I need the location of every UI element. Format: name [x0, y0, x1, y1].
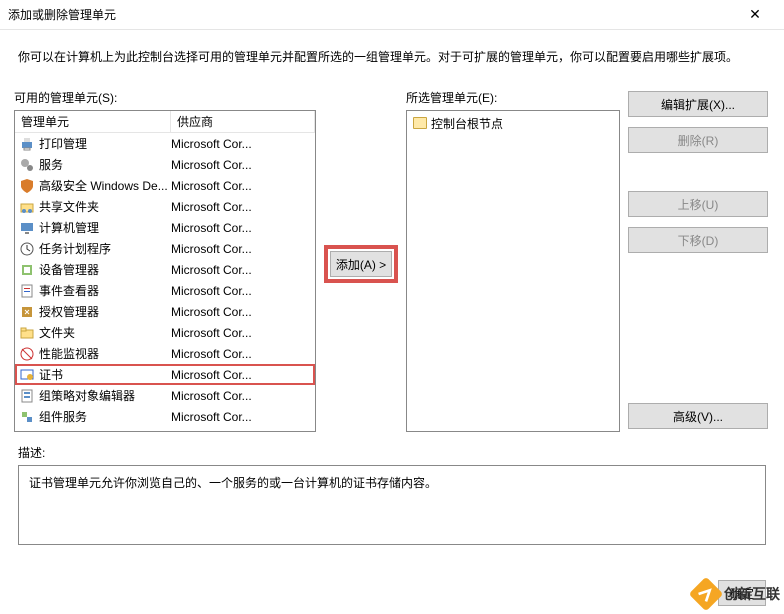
close-button[interactable]: ✕ [734, 1, 776, 29]
list-item[interactable]: 服务Microsoft Cor... [15, 154, 315, 175]
list-item[interactable]: 高级安全 Windows De...Microsoft Cor... [15, 175, 315, 196]
device-icon [17, 261, 37, 279]
list-item[interactable]: 授权管理器Microsoft Cor... [15, 301, 315, 322]
advanced-button[interactable]: 高级(V)... [628, 403, 768, 429]
item-vendor: Microsoft Cor... [171, 242, 313, 256]
console-root-item[interactable]: 控制台根节点 [409, 113, 617, 133]
item-vendor: Microsoft Cor... [171, 389, 313, 403]
item-name: 证书 [39, 366, 171, 383]
item-vendor: Microsoft Cor... [171, 221, 313, 235]
item-name: 任务计划程序 [39, 240, 171, 257]
intro-text: 你可以在计算机上为此控制台选择可用的管理单元并配置所选的一组管理单元。对于可扩展… [0, 30, 784, 77]
window-title: 添加或删除管理单元 [8, 6, 734, 23]
available-rows[interactable]: 打印管理Microsoft Cor...服务Microsoft Cor...高级… [15, 133, 315, 432]
auth-icon [17, 303, 37, 321]
item-name: 授权管理器 [39, 303, 171, 320]
move-up-button[interactable]: 上移(U) [628, 191, 768, 217]
item-name: 计算机管理 [39, 219, 171, 236]
share-folder-icon [17, 198, 37, 216]
item-vendor: Microsoft Cor... [171, 263, 313, 277]
add-button[interactable]: 添加(A) > [330, 251, 392, 277]
list-item[interactable]: 共享文件夹Microsoft Cor... [15, 196, 315, 217]
list-item[interactable]: 打印管理Microsoft Cor... [15, 133, 315, 154]
certificate-icon [17, 366, 37, 384]
folder-icon [413, 117, 427, 129]
add-button-highlight: 添加(A) > [324, 245, 398, 283]
description-label: 描述: [0, 432, 784, 461]
titlebar: 添加或删除管理单元 ✕ [0, 0, 784, 30]
remove-button[interactable]: 删除(R) [628, 127, 768, 153]
item-vendor: Microsoft Cor... [171, 137, 313, 151]
item-name: 组件服务 [39, 408, 171, 425]
gears-icon [17, 156, 37, 174]
watermark-text: 创新互联 [724, 584, 780, 604]
item-vendor: Microsoft Cor... [171, 284, 313, 298]
item-vendor: Microsoft Cor... [171, 326, 313, 340]
item-name: 服务 [39, 156, 171, 173]
header-vendor[interactable]: 供应商 [171, 111, 315, 132]
selected-label: 所选管理单元(E): [406, 89, 620, 106]
clock-icon [17, 240, 37, 258]
list-item[interactable]: 事件查看器Microsoft Cor... [15, 280, 315, 301]
folder-icon [17, 324, 37, 342]
item-name: 打印管理 [39, 135, 171, 152]
item-name: 性能监视器 [39, 345, 171, 362]
item-name: 组策略对象编辑器 [39, 387, 171, 404]
available-listbox[interactable]: 管理单元 供应商 打印管理Microsoft Cor...服务Microsoft… [14, 110, 316, 432]
watermark: 创新互联 [692, 580, 780, 608]
console-root-label: 控制台根节点 [431, 115, 503, 132]
list-item[interactable]: 性能监视器Microsoft Cor... [15, 343, 315, 364]
item-vendor: Microsoft Cor... [171, 305, 313, 319]
component-icon [17, 408, 37, 426]
list-item[interactable]: 证书Microsoft Cor... [15, 364, 315, 385]
close-icon: ✕ [749, 6, 761, 23]
item-name: 高级安全 Windows De... [39, 177, 171, 194]
list-item[interactable]: 组件服务Microsoft Cor... [15, 406, 315, 427]
edit-extensions-button[interactable]: 编辑扩展(X)... [628, 91, 768, 117]
item-vendor: Microsoft Cor... [171, 158, 313, 172]
description-text: 证书管理单元允许你浏览自己的、一个服务的或一台计算机的证书存储内容。 [29, 476, 437, 490]
list-item[interactable]: 计算机管理Microsoft Cor... [15, 217, 315, 238]
item-vendor: Microsoft Cor... [171, 410, 313, 424]
item-vendor: Microsoft Cor... [171, 347, 313, 361]
item-name: 设备管理器 [39, 261, 171, 278]
watermark-logo-icon [686, 574, 726, 614]
header-name[interactable]: 管理单元 [15, 111, 171, 132]
item-vendor: Microsoft Cor... [171, 179, 313, 193]
list-item[interactable]: 组策略对象编辑器Microsoft Cor... [15, 385, 315, 406]
item-name: 文件夹 [39, 324, 171, 341]
item-vendor: Microsoft Cor... [171, 200, 313, 214]
gpo-icon [17, 387, 37, 405]
item-vendor: Microsoft Cor... [171, 368, 313, 382]
item-name: 事件查看器 [39, 282, 171, 299]
printer-icon [17, 135, 37, 153]
list-item[interactable]: 文件夹Microsoft Cor... [15, 322, 315, 343]
move-down-button[interactable]: 下移(D) [628, 227, 768, 253]
available-list-header: 管理单元 供应商 [15, 111, 315, 133]
item-name: 共享文件夹 [39, 198, 171, 215]
computer-icon [17, 219, 37, 237]
list-item[interactable]: 任务计划程序Microsoft Cor... [15, 238, 315, 259]
description-box: 证书管理单元允许你浏览自己的、一个服务的或一台计算机的证书存储内容。 [18, 465, 766, 545]
available-label: 可用的管理单元(S): [14, 89, 316, 106]
selected-listbox[interactable]: 控制台根节点 [406, 110, 620, 432]
shield-icon [17, 177, 37, 195]
list-item[interactable]: 设备管理器Microsoft Cor... [15, 259, 315, 280]
perf-icon [17, 345, 37, 363]
event-icon [17, 282, 37, 300]
